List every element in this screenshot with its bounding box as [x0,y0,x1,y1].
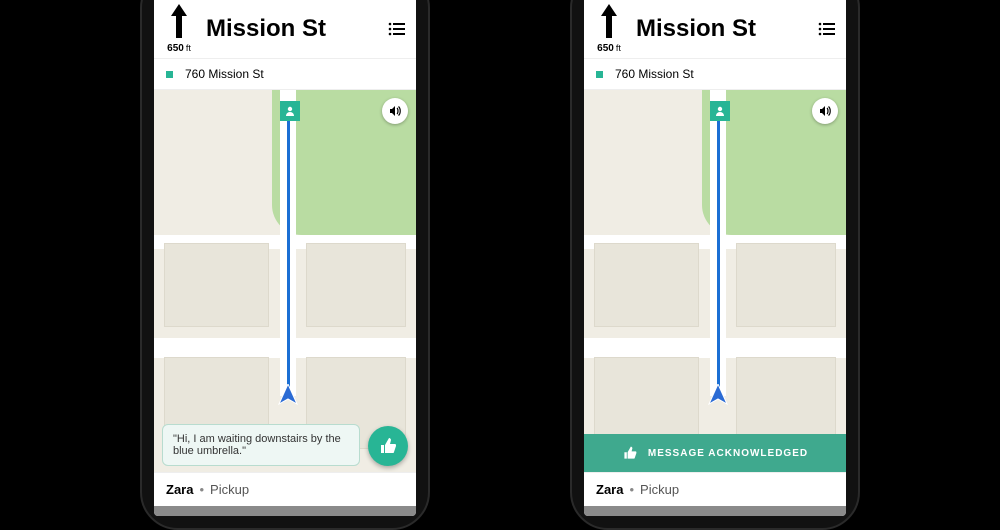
nav-distance-unit: ft [186,43,191,53]
pickup-pin-icon [280,101,300,121]
trip-footer[interactable]: Zara • Pickup [154,472,416,506]
pickup-pin-icon [710,101,730,121]
acknowledge-button[interactable] [368,426,408,466]
trip-type: Pickup [640,482,679,497]
trip-footer[interactable]: Zara • Pickup [584,472,846,506]
map-view[interactable]: "Hi, I am waiting downstairs by the blue… [154,90,416,472]
phone-frame: 9:23 PM 100% 650 ft Mission St [140,0,430,530]
voice-guidance-button[interactable] [382,98,408,124]
destination-address: 760 Mission St [185,67,264,81]
steps-list-icon[interactable] [818,22,836,36]
trip-type: Pickup [210,482,249,497]
rider-message-bubble[interactable]: "Hi, I am waiting downstairs by the blue… [162,424,360,466]
map-view[interactable]: MESSAGE ACKNOWLEDGED [584,90,846,472]
nav-header: 650 ft Mission St [584,0,846,59]
route-line [716,113,721,396]
nav-street-name: Mission St [636,15,810,43]
route-line [286,113,291,396]
steps-list-icon[interactable] [388,22,406,36]
nav-distance: 650 [167,43,184,54]
destination-dot-icon [166,71,173,78]
nav-street-name: Mission St [206,15,380,43]
rider-name: Zara [596,482,623,497]
ack-banner-label: MESSAGE ACKNOWLEDGED [648,448,808,459]
turn-straight-arrow-icon [169,4,189,43]
turn-straight-arrow-icon [599,4,619,43]
bottom-bar [584,506,846,516]
nav-distance-unit: ft [616,43,621,53]
vehicle-arrow-icon [708,384,728,406]
message-acknowledged-banner: MESSAGE ACKNOWLEDGED [584,434,846,472]
bottom-bar [154,506,416,516]
rider-name: Zara [166,482,193,497]
nav-distance: 650 [597,43,614,54]
phone-screen: 9:23 PM 100% 650 ft Mission St [584,0,846,516]
voice-guidance-button[interactable] [812,98,838,124]
vehicle-arrow-icon [278,384,298,406]
phone-frame: 9:23 PM 100% 650 ft Mission St [570,0,860,530]
nav-header: 650 ft Mission St [154,0,416,59]
destination-dot-icon [596,71,603,78]
footer-separator: • [199,482,204,497]
destination-address: 760 Mission St [615,67,694,81]
rider-message-text: "Hi, I am waiting downstairs by the blue… [173,433,341,457]
footer-separator: • [629,482,634,497]
destination-row[interactable]: 760 Mission St [584,59,846,90]
phone-screen: 9:23 PM 100% 650 ft Mission St [154,0,416,516]
destination-row[interactable]: 760 Mission St [154,59,416,90]
